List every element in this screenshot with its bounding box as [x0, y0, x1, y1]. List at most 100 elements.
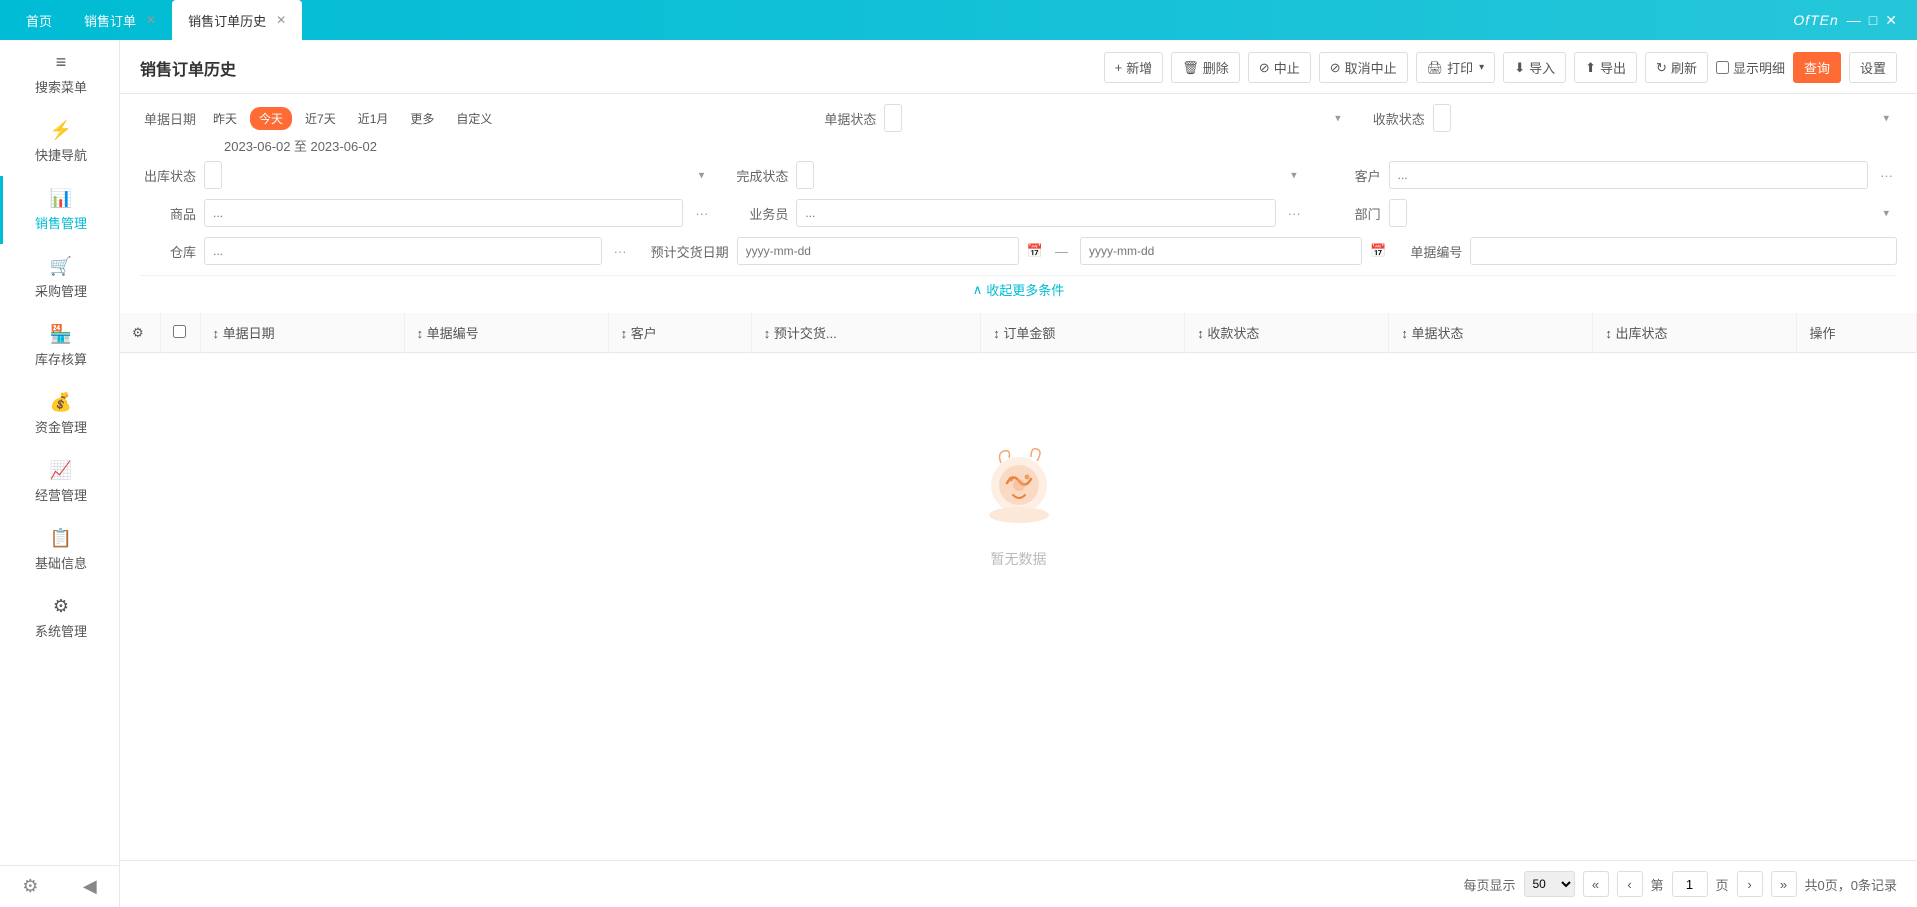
- th-order-status[interactable]: ↕ 单据状态: [1389, 313, 1593, 353]
- order-status-select[interactable]: [884, 104, 902, 132]
- display-toggle-checkbox[interactable]: [1716, 61, 1729, 74]
- tab-sales-order-label: 销售订单: [84, 11, 136, 30]
- collapse-label: 收起更多条件: [986, 280, 1064, 299]
- import-button[interactable]: ⬇ 导入: [1503, 52, 1566, 83]
- department-select[interactable]: [1389, 199, 1407, 227]
- th-date-label: ↕ 单据日期: [213, 326, 275, 341]
- filter-out-status: 出库状态: [140, 161, 712, 189]
- data-table: ⚙ ↕ 单据日期 ↕ 单据编号 ↕ 客户: [120, 313, 1917, 353]
- sidebar-item-purchase-mgmt[interactable]: 🛒 采购管理: [0, 244, 119, 312]
- tab-sales-order[interactable]: 销售订单 ✕: [68, 0, 172, 40]
- shortcut-custom[interactable]: 自定义: [447, 107, 501, 130]
- first-page-icon: «: [1592, 877, 1599, 892]
- print-button[interactable]: 🖨 打印 ▾: [1416, 52, 1496, 83]
- stop-button[interactable]: ⊘ 中止: [1248, 52, 1311, 83]
- last-page-btn[interactable]: »: [1771, 871, 1797, 897]
- query-button[interactable]: 查询: [1793, 52, 1841, 83]
- customer-dots-btn[interactable]: ···: [1876, 168, 1897, 183]
- window-maximize[interactable]: □: [1869, 12, 1877, 28]
- th-date[interactable]: ↕ 单据日期: [200, 313, 404, 353]
- order-number-input[interactable]: [1470, 237, 1897, 265]
- salesman-input[interactable]: [796, 199, 1275, 227]
- export-button[interactable]: ⬆ 导出: [1574, 52, 1637, 83]
- shortcut-7days[interactable]: 近7天: [296, 107, 345, 130]
- th-checkbox[interactable]: [160, 313, 200, 353]
- refresh-button[interactable]: ↻ 刷新: [1645, 52, 1708, 83]
- delete-button[interactable]: 🗑 删除: [1171, 52, 1240, 83]
- display-toggle[interactable]: 显示明细: [1716, 58, 1785, 77]
- warehouse-input[interactable]: [204, 237, 602, 265]
- warehouse-dots-btn[interactable]: ···: [610, 244, 631, 259]
- sidebar-item-basic-info[interactable]: 📋 基础信息: [0, 516, 119, 584]
- first-page-btn[interactable]: «: [1583, 871, 1609, 897]
- th-collection-status[interactable]: ↕ 收款状态: [1185, 313, 1389, 353]
- empty-text: 暂无数据: [991, 549, 1047, 569]
- date-separator: 至: [294, 139, 311, 154]
- estimated-date-from[interactable]: [737, 237, 1019, 265]
- estimated-date-to[interactable]: [1080, 237, 1362, 265]
- query-label: 查询: [1804, 58, 1830, 77]
- collapse-row[interactable]: ∧ 收起更多条件: [140, 275, 1897, 303]
- th-customer[interactable]: ↕ 客户: [608, 313, 751, 353]
- new-button[interactable]: + 新增: [1104, 52, 1164, 83]
- th-action: 操作: [1797, 313, 1917, 353]
- sidebar: ≡ 搜索菜单 ⚡ 快捷导航 📊 销售管理 🛒 采购管理 🏪 库存核算 💰 资金管…: [0, 40, 120, 907]
- th-estimated[interactable]: ↕ 预计交货...: [751, 313, 980, 353]
- sidebar-bottom: ⚙ ◀: [0, 865, 119, 907]
- empty-illustration: [969, 433, 1069, 533]
- out-status-select[interactable]: [204, 161, 222, 189]
- brand-text: OfTEn: [1793, 12, 1838, 28]
- select-all-checkbox[interactable]: [173, 325, 186, 338]
- filter-department: 部门: [1325, 199, 1897, 227]
- goods-dots-btn[interactable]: ···: [691, 206, 712, 221]
- th-out-status-label: ↕ 出库状态: [1605, 326, 1667, 341]
- tab-sales-order-history[interactable]: 销售订单历史 ✕: [172, 0, 302, 40]
- tab-sales-order-history-close[interactable]: ✕: [276, 13, 286, 27]
- sidebar-item-sales-mgmt[interactable]: 📊 销售管理: [0, 176, 119, 244]
- sidebar-settings-btn[interactable]: ⚙: [22, 876, 38, 897]
- order-status-label: 单据状态: [820, 109, 876, 128]
- per-page-select[interactable]: 50 10 20 100: [1524, 871, 1575, 897]
- next-page-btn[interactable]: ›: [1737, 871, 1763, 897]
- shortcut-today[interactable]: 今天: [250, 107, 292, 130]
- sidebar-item-system-mgmt[interactable]: ⚙ 系统管理: [0, 584, 119, 652]
- sidebar-collapse-btn[interactable]: ◀: [83, 876, 97, 897]
- window-close[interactable]: ✕: [1885, 12, 1897, 29]
- main-layout: ≡ 搜索菜单 ⚡ 快捷导航 📊 销售管理 🛒 采购管理 🏪 库存核算 💰 资金管…: [0, 40, 1917, 907]
- page-header: 销售订单历史 + 新增 🗑 删除 ⊘ 中止 ⊘: [120, 40, 1917, 94]
- calendar-from-icon[interactable]: 📅: [1027, 243, 1043, 259]
- sidebar-item-operations-mgmt[interactable]: 📈 经营管理: [0, 448, 119, 516]
- top-bar-right: OfTEn — □ ✕: [1793, 12, 1907, 29]
- window-minimize[interactable]: —: [1847, 12, 1861, 28]
- complete-status-select[interactable]: [796, 161, 814, 189]
- th-amount[interactable]: ↕ 订单金额: [981, 313, 1185, 353]
- filter-order-status: 单据状态: [820, 104, 1348, 132]
- th-out-status[interactable]: ↕ 出库状态: [1593, 313, 1797, 353]
- salesman-dots-btn[interactable]: ···: [1284, 206, 1305, 221]
- customer-input[interactable]: [1389, 161, 1868, 189]
- sidebar-item-quick-nav[interactable]: ⚡ 快捷导航: [0, 108, 119, 176]
- sidebar-item-fund-mgmt[interactable]: 💰 资金管理: [0, 380, 119, 448]
- collection-status-select[interactable]: [1433, 104, 1451, 132]
- th-number[interactable]: ↕ 单据编号: [404, 313, 608, 353]
- page-title: 销售订单历史: [140, 56, 236, 80]
- sidebar-item-search-menu[interactable]: ≡ 搜索菜单: [0, 40, 119, 108]
- page-input[interactable]: [1672, 871, 1708, 897]
- delete-icon: 🗑: [1182, 60, 1199, 76]
- export-label: 导出: [1600, 58, 1626, 77]
- date-from: 2023-06-02: [224, 139, 291, 154]
- prev-page-btn[interactable]: ‹: [1617, 871, 1643, 897]
- tab-home[interactable]: 首页: [10, 0, 68, 40]
- tab-sales-order-close[interactable]: ✕: [146, 13, 156, 27]
- calendar-to-icon[interactable]: 📅: [1370, 243, 1386, 259]
- shortcut-more[interactable]: 更多: [401, 107, 443, 130]
- shortcut-1month[interactable]: 近1月: [349, 107, 398, 130]
- settings-button[interactable]: 设置: [1849, 52, 1897, 83]
- goods-input[interactable]: [204, 199, 683, 227]
- th-order-status-label: ↕ 单据状态: [1401, 326, 1463, 341]
- shortcut-yesterday[interactable]: 昨天: [204, 107, 246, 130]
- th-settings[interactable]: ⚙: [120, 313, 160, 353]
- sidebar-item-inventory-calc[interactable]: 🏪 库存核算: [0, 312, 119, 380]
- basic-info-icon: 📋: [50, 528, 72, 549]
- cancel-stop-button[interactable]: ⊘ 取消中止: [1319, 52, 1408, 83]
